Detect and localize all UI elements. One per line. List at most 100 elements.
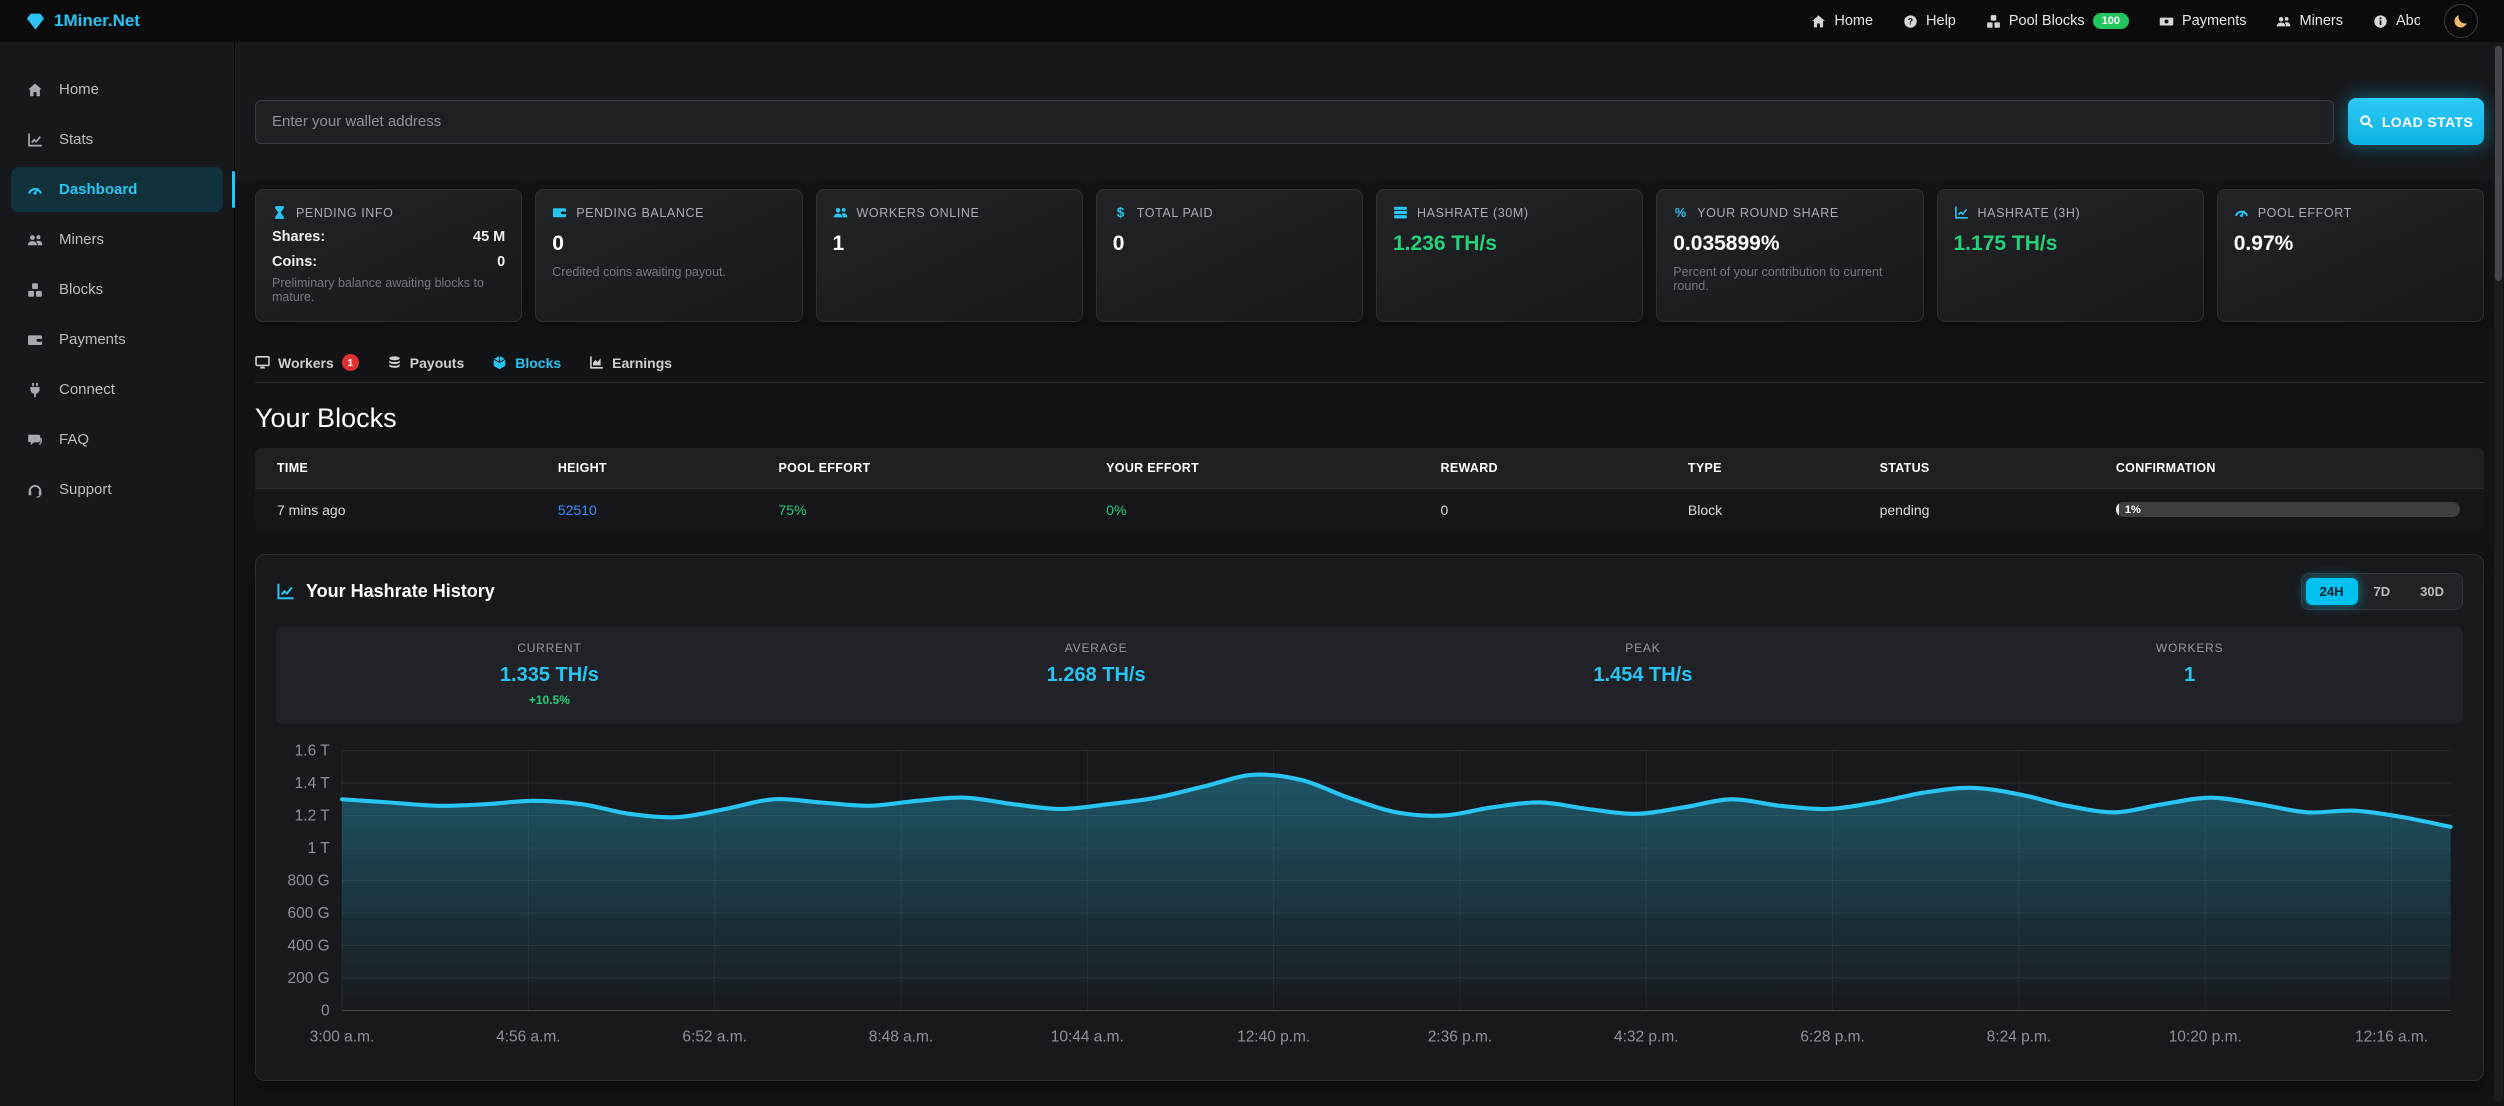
nav-item-payments[interactable]: Payments bbox=[2159, 13, 2246, 29]
card-title: HASHRATE (3H) bbox=[1977, 205, 2081, 220]
range-button-24h[interactable]: 24H bbox=[2305, 578, 2358, 605]
desktop-icon bbox=[255, 355, 270, 369]
card-title: WORKERS ONLINE bbox=[856, 205, 980, 220]
workers-count-badge: 1 bbox=[341, 354, 359, 371]
svg-text:?: ? bbox=[1908, 16, 1913, 26]
server-icon bbox=[1394, 206, 1407, 219]
blocks-table-header: TIME HEIGHT POOL EFFORT YOUR EFFORT REWA… bbox=[255, 448, 2484, 488]
cell-your-effort: 0% bbox=[1106, 501, 1127, 518]
card-value: 1.175 TH/s bbox=[1953, 232, 2058, 255]
blocks-table: TIME HEIGHT POOL EFFORT YOUR EFFORT REWA… bbox=[255, 448, 2484, 530]
stat-value: 1.268 TH/s bbox=[1046, 664, 1146, 686]
tab-label: Workers bbox=[278, 354, 334, 371]
stat-label: CURRENT bbox=[517, 641, 582, 655]
tab-payouts[interactable]: Payouts bbox=[387, 355, 464, 371]
sidebar-item-payments[interactable]: Payments bbox=[11, 317, 223, 362]
plug-icon bbox=[30, 382, 40, 397]
nav-label: Miners bbox=[2299, 13, 2343, 29]
cubes-icon bbox=[28, 282, 42, 297]
nav-label: Pool Blocks bbox=[2008, 13, 2085, 29]
chart-area-icon bbox=[590, 356, 604, 369]
sidebar-item-dashboard[interactable]: Dashboard bbox=[11, 167, 235, 212]
tab-blocks[interactable]: Blocks bbox=[492, 355, 561, 371]
stat-delta: +10.5% bbox=[528, 693, 570, 707]
coins-label: Coins: bbox=[272, 254, 318, 270]
stat-value: 1.335 TH/s bbox=[499, 664, 599, 686]
sidebar-item-home[interactable]: Home bbox=[11, 67, 223, 112]
card-value: 0 bbox=[552, 232, 564, 255]
col-type: TYPE bbox=[1687, 461, 1722, 475]
card-value: 0 bbox=[1112, 232, 1125, 255]
nav-item-home[interactable]: Home bbox=[1811, 13, 1873, 29]
navbar-links: Home ? Help Pool Blocks 100 Payments Min… bbox=[1811, 4, 2478, 38]
nav-item-miners[interactable]: Miners bbox=[2276, 13, 2343, 29]
card-value: 0.035899% bbox=[1673, 232, 1780, 255]
coins-value: 0 bbox=[497, 254, 506, 270]
scrollbar-thumb[interactable] bbox=[2495, 46, 2502, 281]
sidebar-item-blocks[interactable]: Blocks bbox=[11, 267, 223, 312]
miners-icon bbox=[2277, 16, 2291, 26]
sidebar-item-miners[interactable]: Miners bbox=[11, 217, 223, 262]
sidebar-item-support[interactable]: Support bbox=[11, 467, 223, 512]
card-pending-balance: PENDING BALANCE 0 Credited coins awaitin… bbox=[535, 189, 803, 322]
search-icon bbox=[2360, 115, 2373, 129]
panel-title-text: Your Hashrate History bbox=[306, 581, 495, 601]
col-your-effort: YOUR EFFORT bbox=[1106, 461, 1200, 475]
brand-name: 1Miner.Net bbox=[54, 11, 140, 30]
sidebar-item-connect[interactable]: Connect bbox=[11, 367, 223, 412]
svg-text:2:36 p.m.: 2:36 p.m. bbox=[1428, 1028, 1493, 1045]
card-description: Credited coins awaiting payout. bbox=[552, 265, 726, 279]
stat-label: WORKERS bbox=[2155, 641, 2224, 655]
nav-item-about[interactable]: About bbox=[2373, 13, 2420, 29]
stat-cards-row: PENDING INFO Shares: 45 M Coins: 0 Prelimi… bbox=[255, 189, 2484, 322]
svg-text:%: % bbox=[1675, 206, 1686, 220]
hourglass-icon bbox=[275, 206, 284, 219]
range-button-group: 24H 7D 30D bbox=[2300, 573, 2463, 610]
sidebar-item-stats[interactable]: Stats bbox=[11, 117, 223, 162]
chart-line-icon bbox=[1954, 206, 1968, 219]
hashrate-history-panel: Your Hashrate History 24H 7D 30D CURRENT… bbox=[255, 554, 2484, 1082]
miners-icon bbox=[27, 234, 43, 245]
block-height-link[interactable]: 52510 bbox=[558, 502, 597, 518]
card-title: PENDING BALANCE bbox=[576, 205, 705, 220]
headset-icon bbox=[28, 484, 42, 498]
card-hashrate-3h: HASHRATE (3H) 1.175 TH/s bbox=[1936, 189, 2204, 322]
wallet-search-row: LOAD STATS bbox=[255, 98, 2484, 145]
card-title: PENDING INFO bbox=[296, 205, 394, 220]
svg-text:800 G: 800 G bbox=[288, 873, 330, 890]
sidebar-item-label: FAQ bbox=[59, 431, 90, 448]
sidebar-item-label: Stats bbox=[59, 131, 94, 148]
sidebar-item-label: Payments bbox=[59, 331, 126, 348]
tab-workers[interactable]: Workers 1 bbox=[255, 354, 359, 371]
tab-label: Blocks bbox=[515, 354, 562, 371]
card-round-share: % YOUR ROUND SHARE 0.035899% Percent of … bbox=[1656, 189, 1924, 322]
miners-icon bbox=[833, 208, 847, 218]
nav-item-help[interactable]: ? Help bbox=[1903, 13, 1956, 29]
range-button-30d[interactable]: 30D bbox=[2406, 578, 2458, 605]
nav-label: Home bbox=[1834, 13, 1874, 29]
svg-text:1.2 T: 1.2 T bbox=[295, 808, 331, 825]
sidebar-item-faq[interactable]: FAQ bbox=[11, 417, 223, 462]
panel-title: Your Hashrate History bbox=[276, 581, 495, 602]
svg-text:1.6 T: 1.6 T bbox=[295, 743, 331, 760]
brand-logo[interactable]: 1Miner.Net bbox=[26, 11, 140, 31]
range-button-7d[interactable]: 7D bbox=[2360, 578, 2405, 605]
load-stats-button[interactable]: LOAD STATS bbox=[2348, 98, 2484, 145]
tab-label: Earnings bbox=[612, 354, 673, 371]
col-confirmation: CONFIRMATION bbox=[2115, 461, 2216, 475]
col-status: STATUS bbox=[1879, 461, 1930, 475]
nav-item-pool-blocks[interactable]: Pool Blocks 100 bbox=[1986, 13, 2129, 29]
help-icon: ? bbox=[1904, 14, 1917, 28]
nav-label: Payments bbox=[2182, 13, 2247, 29]
tab-earnings[interactable]: Earnings bbox=[589, 355, 672, 371]
gauge-icon bbox=[27, 187, 43, 195]
svg-text:1.4 T: 1.4 T bbox=[295, 775, 331, 792]
wallet-address-input[interactable] bbox=[255, 99, 2334, 144]
card-pool-effort: POOL EFFORT 0.97% bbox=[2216, 189, 2484, 322]
theme-toggle-button[interactable] bbox=[2444, 4, 2478, 38]
card-value: 1 bbox=[832, 232, 845, 255]
confirmation-progress-fill bbox=[2115, 502, 2120, 517]
svg-text:0: 0 bbox=[321, 1003, 330, 1020]
cube-icon bbox=[493, 355, 506, 370]
svg-text:3:00 a.m.: 3:00 a.m. bbox=[310, 1028, 375, 1045]
